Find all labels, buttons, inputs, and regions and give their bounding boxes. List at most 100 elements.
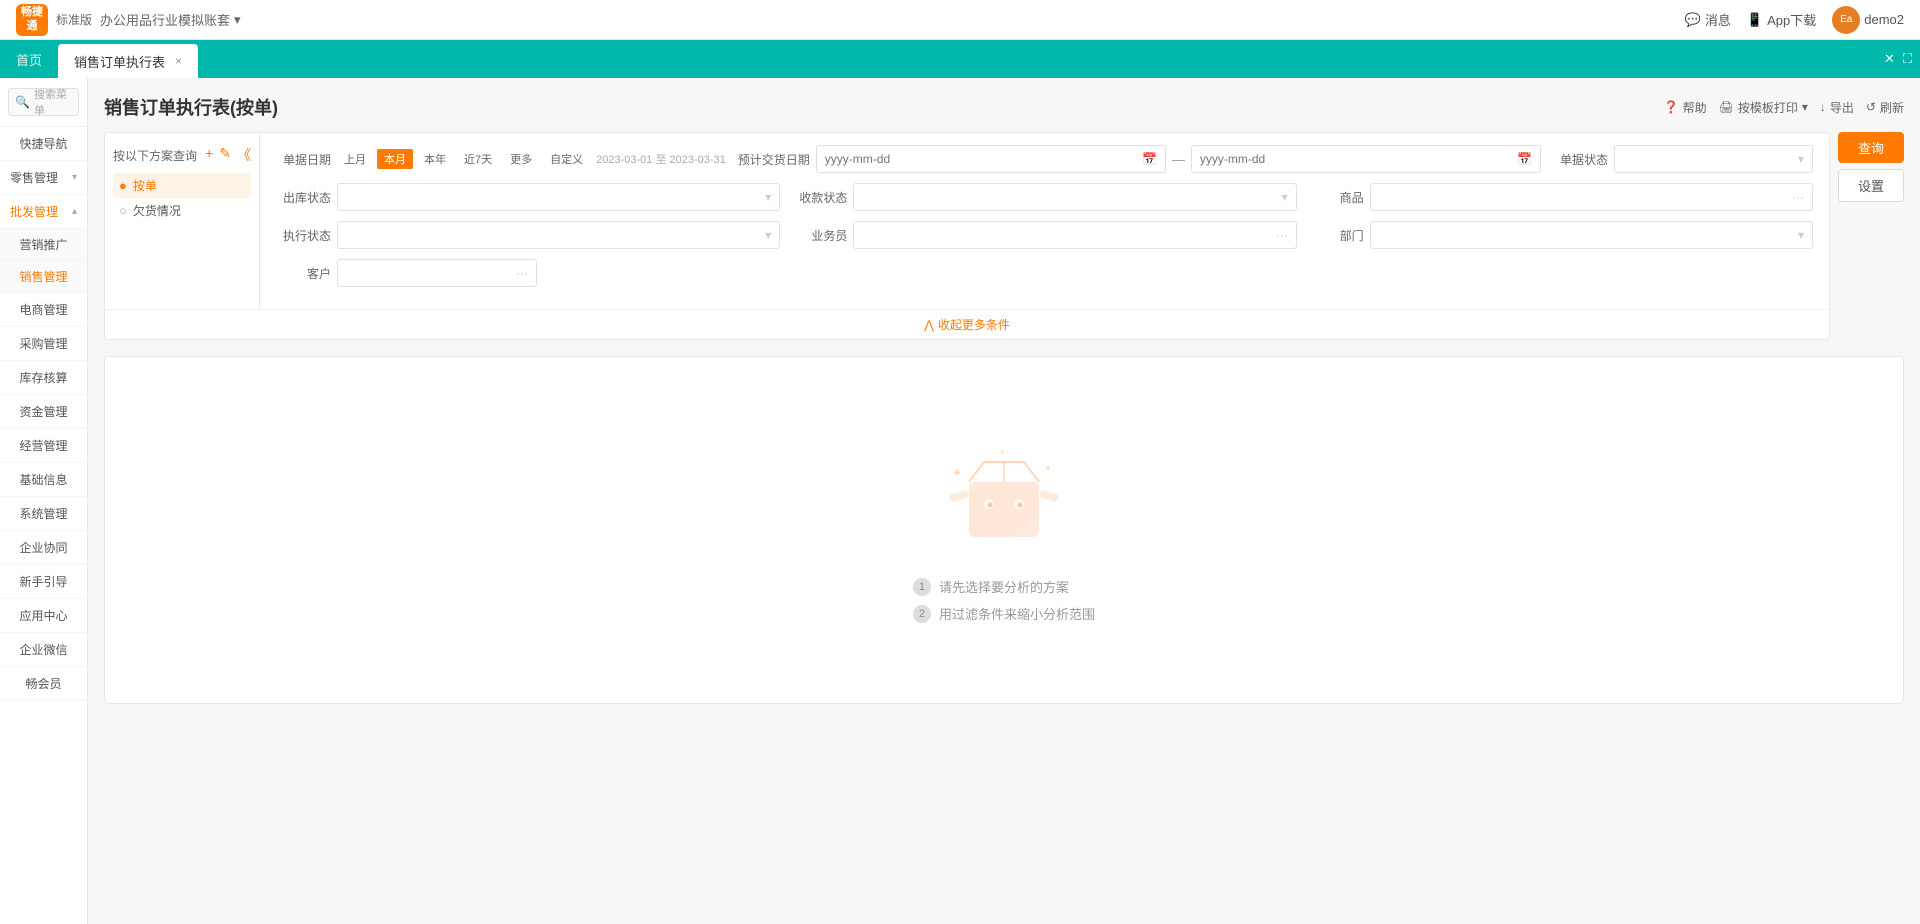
filter-container: 按以下方案查询 + ✎ 《 ● 按单 ○ [104, 132, 1830, 340]
main-layout: 🔍 搜索菜单 快捷导航 零售管理 ▾ 批发管理 ▴ 营销推广 销售管理 电商管理 [0, 78, 1920, 924]
date-tag-more[interactable]: 更多 [503, 149, 539, 169]
sidebar-item-purchase[interactable]: 采购管理 [0, 327, 87, 361]
message-btn[interactable]: 💬 消息 [1685, 10, 1731, 29]
tab-active[interactable]: 销售订单执行表 × [58, 44, 198, 78]
sidebar-item-app-center[interactable]: 应用中心 [0, 599, 87, 633]
sidebar-item-enterprise-collab[interactable]: 企业协同 [0, 531, 87, 565]
filter-row-4: 客户 ··· [276, 259, 1813, 287]
top-header: 畅捷通 标准版 办公用品行业模拟账套 ▾ 💬 消息 📱 App下载 Ea dem… [0, 0, 1920, 40]
tip-number-2: 2 [913, 605, 931, 623]
salesperson-select[interactable]: ··· [853, 221, 1296, 249]
sidebar: 🔍 搜索菜单 快捷导航 零售管理 ▾ 批发管理 ▴ 营销推广 销售管理 电商管理 [0, 78, 88, 924]
sidebar-item-inventory[interactable]: 库存核算 [0, 361, 87, 395]
sidebar-item-enterprise-wechat[interactable]: 企业微信 [0, 633, 87, 667]
refresh-icon: ↺ [1866, 100, 1876, 114]
page-actions: ❓ 帮助 🖨 按模板打印 ▾ ↓ 导出 ↺ 刷新 [1664, 99, 1904, 116]
sidebar-item-system[interactable]: 系统管理 [0, 497, 87, 531]
tab-expand-icon[interactable]: ⛶ [1903, 51, 1912, 67]
sidebar-item-retail[interactable]: 零售管理 ▾ [0, 161, 87, 195]
sidebar-item-wholesale[interactable]: 批发管理 ▴ [0, 195, 87, 229]
scheme-inactive-icon: ○ [119, 203, 127, 218]
export-btn[interactable]: ↓ 导出 [1820, 99, 1854, 116]
sidebar-search-label: 搜索菜单 [34, 86, 72, 118]
tip-number-1: 1 [913, 578, 931, 596]
delivery-status-label: 出库状态 [276, 189, 331, 206]
scheme-actions: + ✎ 《 [205, 145, 251, 165]
calendar-end-icon: 📅 [1517, 152, 1532, 166]
date-separator: — [1172, 152, 1185, 167]
collapse-bar[interactable]: ⋀ 收起更多条件 [105, 309, 1829, 339]
scheme-item-by-order[interactable]: ● 按单 [113, 173, 251, 198]
sidebar-item-marketing[interactable]: 营销推广 [0, 229, 87, 261]
status-select[interactable]: ▾ [1614, 145, 1813, 173]
collection-status-select[interactable]: ▾ [853, 183, 1296, 211]
chevron-down-icon5: ▾ [1798, 228, 1804, 242]
tab-close-icon[interactable]: × [175, 54, 182, 68]
settings-button[interactable]: 设置 [1838, 169, 1904, 202]
calendar-icon: 📅 [1142, 152, 1157, 166]
header-left: 畅捷通 标准版 办公用品行业模拟账套 ▾ [16, 4, 241, 36]
filter-date-field: 单据日期 上月 本月 本年 近7天 更多 自定义 2023-03-01 至 20… [276, 149, 726, 169]
execution-status-select[interactable]: ▾ [337, 221, 780, 249]
tab-bar-right: ✕ ⛶ [1884, 51, 1920, 67]
filter-fields-area: 单据日期 上月 本月 本年 近7天 更多 自定义 2023-03-01 至 20… [260, 133, 1829, 309]
chevron-down-icon4: ▾ [765, 228, 771, 242]
filter-delivery-status: 出库状态 ▾ [276, 183, 780, 211]
user-avatar-btn[interactable]: Ea demo2 [1832, 6, 1904, 34]
status-label: 单据状态 [1553, 151, 1608, 168]
sidebar-item-basic-info[interactable]: 基础信息 [0, 463, 87, 497]
help-btn[interactable]: ❓ 帮助 [1664, 99, 1707, 116]
breadcrumb[interactable]: 办公用品行业模拟账套 ▾ [100, 10, 241, 29]
department-select[interactable]: ▾ [1370, 221, 1813, 249]
sidebar-search-area: 🔍 搜索菜单 [0, 78, 87, 127]
goods-label: 商品 [1309, 189, 1364, 206]
salesperson-label: 业务员 [792, 227, 847, 244]
sidebar-item-onboarding[interactable]: 新手引导 [0, 565, 87, 599]
expected-date-end[interactable]: 📅 [1191, 145, 1541, 173]
customer-label: 客户 [276, 265, 331, 282]
app-download-btn[interactable]: 📱 App下载 [1747, 10, 1816, 29]
chevron-down-icon2: ▾ [765, 190, 771, 204]
tab-home[interactable]: 首页 [0, 40, 58, 78]
goods-select[interactable]: ··· [1370, 183, 1813, 211]
date-tag-last-7days[interactable]: 近7天 [457, 149, 499, 169]
print-icon: 🖨 [1719, 100, 1734, 114]
chevron-down-icon: ▾ [72, 172, 77, 183]
date-label: 单据日期 [276, 151, 331, 168]
avatar: Ea [1832, 6, 1860, 34]
scheme-item-shortage[interactable]: ○ 欠货情况 [113, 198, 251, 223]
expected-date-start[interactable]: 📅 [816, 145, 1166, 173]
collapse-scheme-btn[interactable]: 《 [237, 145, 251, 165]
tab-close-window-icon[interactable]: ✕ [1884, 51, 1895, 67]
date-tag-this-year[interactable]: 本年 [417, 149, 453, 169]
add-scheme-btn[interactable]: + [205, 145, 213, 165]
message-icon: 💬 [1685, 12, 1701, 28]
more-icon: ··· [1792, 190, 1804, 204]
sidebar-item-operations[interactable]: 经营管理 [0, 429, 87, 463]
expected-date-start-input[interactable] [825, 152, 1142, 166]
sidebar-item-ecommerce[interactable]: 电商管理 [0, 293, 87, 327]
chevron-down-icon: ▾ [1802, 100, 1808, 114]
refresh-btn[interactable]: ↺ 刷新 [1866, 99, 1904, 116]
sidebar-item-members[interactable]: 畅会员 [0, 667, 87, 701]
filter-expected-date-field: 预计交货日期 📅 — 📅 [738, 145, 1541, 173]
sidebar-search-box[interactable]: 🔍 搜索菜单 [8, 88, 79, 116]
edit-scheme-btn[interactable]: ✎ [219, 145, 231, 165]
expected-date-label: 预计交货日期 [738, 151, 810, 168]
date-tag-last-month[interactable]: 上月 [337, 149, 373, 169]
sidebar-item-finance[interactable]: 资金管理 [0, 395, 87, 429]
sidebar-item-quick-nav[interactable]: 快捷导航 [0, 127, 87, 161]
sidebar-item-sales-management[interactable]: 销售管理 [0, 261, 87, 293]
date-tag-custom[interactable]: 自定义 [543, 149, 590, 169]
date-tag-this-month[interactable]: 本月 [377, 149, 413, 169]
customer-select[interactable]: ··· [337, 259, 537, 287]
svg-text:✦: ✦ [952, 466, 962, 480]
collapse-up-icon: ⋀ [924, 318, 934, 332]
query-button[interactable]: 查询 [1838, 132, 1904, 163]
template-print-btn[interactable]: 🖨 按模板打印 ▾ [1719, 99, 1808, 116]
search-action-area: 查询 设置 [1838, 132, 1904, 202]
filter-department: 部门 ▾ [1309, 221, 1813, 249]
delivery-status-select[interactable]: ▾ [337, 183, 780, 211]
filter-goods: 商品 ··· [1309, 183, 1813, 211]
expected-date-end-input[interactable] [1200, 152, 1517, 166]
